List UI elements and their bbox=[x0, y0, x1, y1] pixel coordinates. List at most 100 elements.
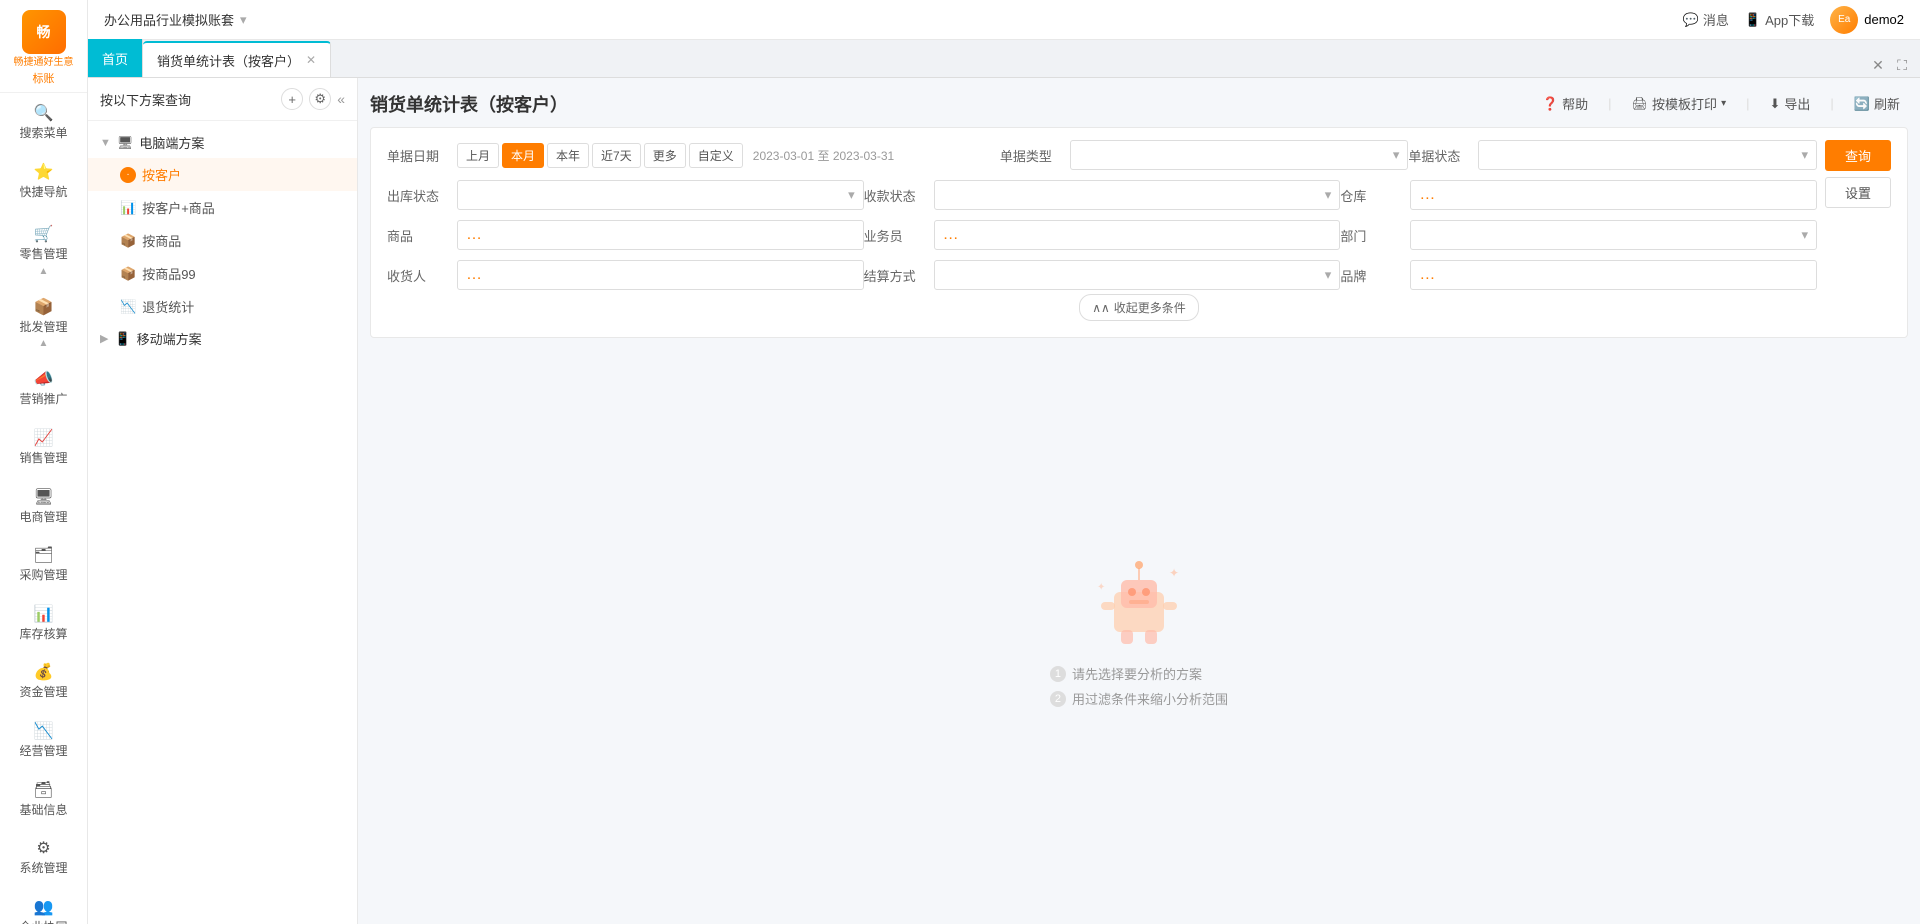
tree-section: ▼ 🖥 电脑端方案 · 按客户 📊 按客户+商品 📦 按商品 bbox=[88, 121, 357, 360]
tree-arrow-down-icon: ▼ bbox=[100, 137, 111, 149]
goods-select[interactable]: … bbox=[457, 220, 864, 250]
doc-status-label: 单据状态 bbox=[1408, 146, 1478, 165]
topbar: 办公用品行业模拟账套 ▾ 💬 消息 📱 App下载 Ea demo2 bbox=[88, 0, 1920, 40]
tab-home[interactable]: 首页 bbox=[88, 39, 143, 77]
goods-dots: … bbox=[466, 226, 484, 244]
tree-group-desktop-header[interactable]: ▼ 🖥 电脑端方案 bbox=[88, 127, 357, 158]
page-title: 销货单统计表（按客户） bbox=[370, 91, 568, 117]
doc-type-select[interactable]: ▾ bbox=[1070, 140, 1409, 170]
filter-item-warehouse: 仓库 … bbox=[1340, 180, 1817, 210]
dept-select[interactable]: ▾ bbox=[1410, 220, 1817, 250]
brand-select[interactable]: … bbox=[1410, 260, 1817, 290]
sidebar-item-quicknav[interactable]: ⭐ 快捷导航 bbox=[0, 152, 87, 211]
maximize-window-button[interactable]: ⛶ bbox=[1894, 57, 1910, 73]
export-icon: ⬇ bbox=[1769, 96, 1780, 112]
tab-sales-stat[interactable]: 销货单统计表（按客户） ✕ bbox=[143, 41, 331, 77]
filter-item-payment: 收款状态 ▾ bbox=[864, 180, 1341, 210]
date-btn-this-month[interactable]: 本月 bbox=[502, 143, 544, 168]
settlement-select[interactable]: ▾ bbox=[934, 260, 1341, 290]
sidebar-item-operation[interactable]: 📉 经营管理 bbox=[0, 711, 87, 770]
user-name: demo2 bbox=[1864, 12, 1904, 27]
chevron-down-icon-6: ▾ bbox=[1325, 267, 1332, 283]
sidebar-item-marketing[interactable]: 📣 营销推广 bbox=[0, 359, 87, 418]
tree-item-return-stat[interactable]: 📉 退货统计 bbox=[88, 290, 357, 323]
help-icon: ❓ bbox=[1542, 96, 1558, 112]
message-icon: 💬 bbox=[1683, 12, 1699, 28]
tree-item-label: 退货统计 bbox=[142, 297, 194, 316]
date-btn-more[interactable]: 更多 bbox=[644, 143, 686, 168]
export-button[interactable]: ⬇ 导出 bbox=[1761, 90, 1818, 117]
lp-collapse-button[interactable]: « bbox=[337, 91, 345, 107]
tree-item-by-goods99[interactable]: 📦 按商品99 bbox=[88, 257, 357, 290]
brand-label: 品牌 bbox=[1340, 266, 1410, 285]
separator-2: | bbox=[1746, 96, 1749, 111]
sidebar-item-wholesale[interactable]: 📦 批发管理 ▲ bbox=[0, 287, 87, 360]
doc-type-label: 单据类型 bbox=[1000, 146, 1070, 165]
sidebar-item-ecommerce[interactable]: 🖥 电商管理 bbox=[0, 477, 87, 536]
date-btn-this-year[interactable]: 本年 bbox=[547, 143, 589, 168]
refresh-label: 刷新 bbox=[1874, 94, 1900, 113]
date-btn-last-month[interactable]: 上月 bbox=[457, 143, 499, 168]
date-label: 单据日期 bbox=[387, 146, 457, 165]
message-button[interactable]: 💬 消息 bbox=[1683, 10, 1729, 29]
tree-item-label: 按商品 bbox=[142, 231, 181, 250]
template-print-button[interactable]: 🖨 按模板打印 ▾ bbox=[1624, 90, 1735, 117]
sidebar-item-sales[interactable]: 📈 销售管理 bbox=[0, 418, 87, 477]
tree-item-by-customer-goods[interactable]: 📊 按客户+商品 bbox=[88, 191, 357, 224]
empty-state: ✦ ✦ 1 请先选择要分析的方案 2 用过滤条件来缩小分析范围 bbox=[370, 348, 1908, 912]
tree-group-mobile: ▶ 📱 移动端方案 bbox=[88, 323, 357, 354]
tree-item-by-customer[interactable]: · 按客户 bbox=[88, 158, 357, 191]
refresh-button[interactable]: 🔄 刷新 bbox=[1846, 90, 1908, 117]
desktop-icon: 🖥 bbox=[117, 135, 134, 151]
settings-button[interactable]: 设置 bbox=[1825, 177, 1891, 208]
outbound-select[interactable]: ▾ bbox=[457, 180, 864, 210]
wholesale-icon: 📦 bbox=[34, 297, 54, 317]
svg-text:✦: ✦ bbox=[1097, 582, 1105, 593]
date-btn-7days[interactable]: 近7天 bbox=[592, 143, 641, 168]
collapse-icon: « bbox=[337, 91, 345, 107]
sidebar-item-basic[interactable]: 🗃 基础信息 bbox=[0, 770, 87, 829]
sidebar-item-label: 采购管理 bbox=[19, 568, 67, 584]
collapse-up-icon: ∧∧ bbox=[1092, 301, 1110, 315]
filter-row-4: 收货人 … 结算方式 ▾ bbox=[387, 260, 1817, 290]
topbar-actions: 💬 消息 📱 App下载 Ea demo2 bbox=[1683, 6, 1904, 34]
sidebar-item-finance[interactable]: 💰 资金管理 bbox=[0, 652, 87, 711]
empty-tips: 1 请先选择要分析的方案 2 用过滤条件来缩小分析范围 bbox=[1050, 664, 1228, 708]
date-btn-custom[interactable]: 自定义 bbox=[689, 143, 743, 168]
lp-settings-button[interactable]: ⚙ bbox=[309, 88, 331, 110]
sidebar-item-label: 零售管理 bbox=[19, 247, 67, 263]
lp-add-button[interactable]: + bbox=[281, 88, 303, 110]
close-window-button[interactable]: ✕ bbox=[1870, 57, 1886, 73]
sidebar-item-inventory[interactable]: 📊 库存核算 bbox=[0, 594, 87, 653]
date-range-text: 2023-03-01 至 2023-03-31 bbox=[753, 147, 894, 164]
separator-3: | bbox=[1830, 96, 1833, 111]
sidebar-item-label: 营销推广 bbox=[19, 392, 67, 408]
help-button[interactable]: ❓ 帮助 bbox=[1534, 90, 1596, 117]
sidebar-item-search[interactable]: 🔍 搜索菜单 bbox=[0, 93, 87, 152]
sidebar-item-retail[interactable]: 🛒 零售管理 ▲ bbox=[0, 214, 87, 287]
sidebar-item-enterprise[interactable]: 👥 企业协同 bbox=[0, 887, 87, 924]
payment-select[interactable]: ▾ bbox=[934, 180, 1341, 210]
user-menu[interactable]: Ea demo2 bbox=[1830, 6, 1904, 34]
sidebar-item-system[interactable]: ⚙ 系统管理 bbox=[0, 828, 87, 887]
enterprise-icon: 👥 bbox=[34, 897, 54, 917]
collapse-button[interactable]: ∧∧ 收起更多条件 bbox=[1079, 294, 1199, 321]
doc-status-select[interactable]: ▾ bbox=[1478, 140, 1817, 170]
warehouse-select[interactable]: … bbox=[1410, 180, 1817, 210]
tab-close-icon[interactable]: ✕ bbox=[306, 53, 316, 67]
filter-item-dept: 部门 ▾ bbox=[1340, 220, 1817, 250]
app-download-button[interactable]: 📱 App下载 bbox=[1745, 10, 1814, 29]
salesperson-select[interactable]: … bbox=[934, 220, 1341, 250]
query-button[interactable]: 查询 bbox=[1825, 140, 1891, 171]
breadcrumb: 办公用品行业模拟账套 ▾ bbox=[104, 10, 1671, 29]
receiver-select[interactable]: … bbox=[457, 260, 864, 290]
tree-item-by-goods[interactable]: 📦 按商品 bbox=[88, 224, 357, 257]
template-print-label: 按模板打印 bbox=[1652, 94, 1717, 113]
filter-item-brand: 品牌 … bbox=[1340, 260, 1817, 290]
tree-group-mobile-header[interactable]: ▶ 📱 移动端方案 bbox=[88, 323, 357, 354]
purchase-icon: 🗂 bbox=[33, 545, 53, 565]
empty-illustration: ✦ ✦ bbox=[1079, 552, 1199, 652]
sidebar-item-purchase[interactable]: 🗂 采购管理 bbox=[0, 535, 87, 594]
filter-row-2: 出库状态 ▾ 收款状态 ▾ bbox=[387, 180, 1817, 210]
app-download-label: App下载 bbox=[1765, 10, 1814, 29]
